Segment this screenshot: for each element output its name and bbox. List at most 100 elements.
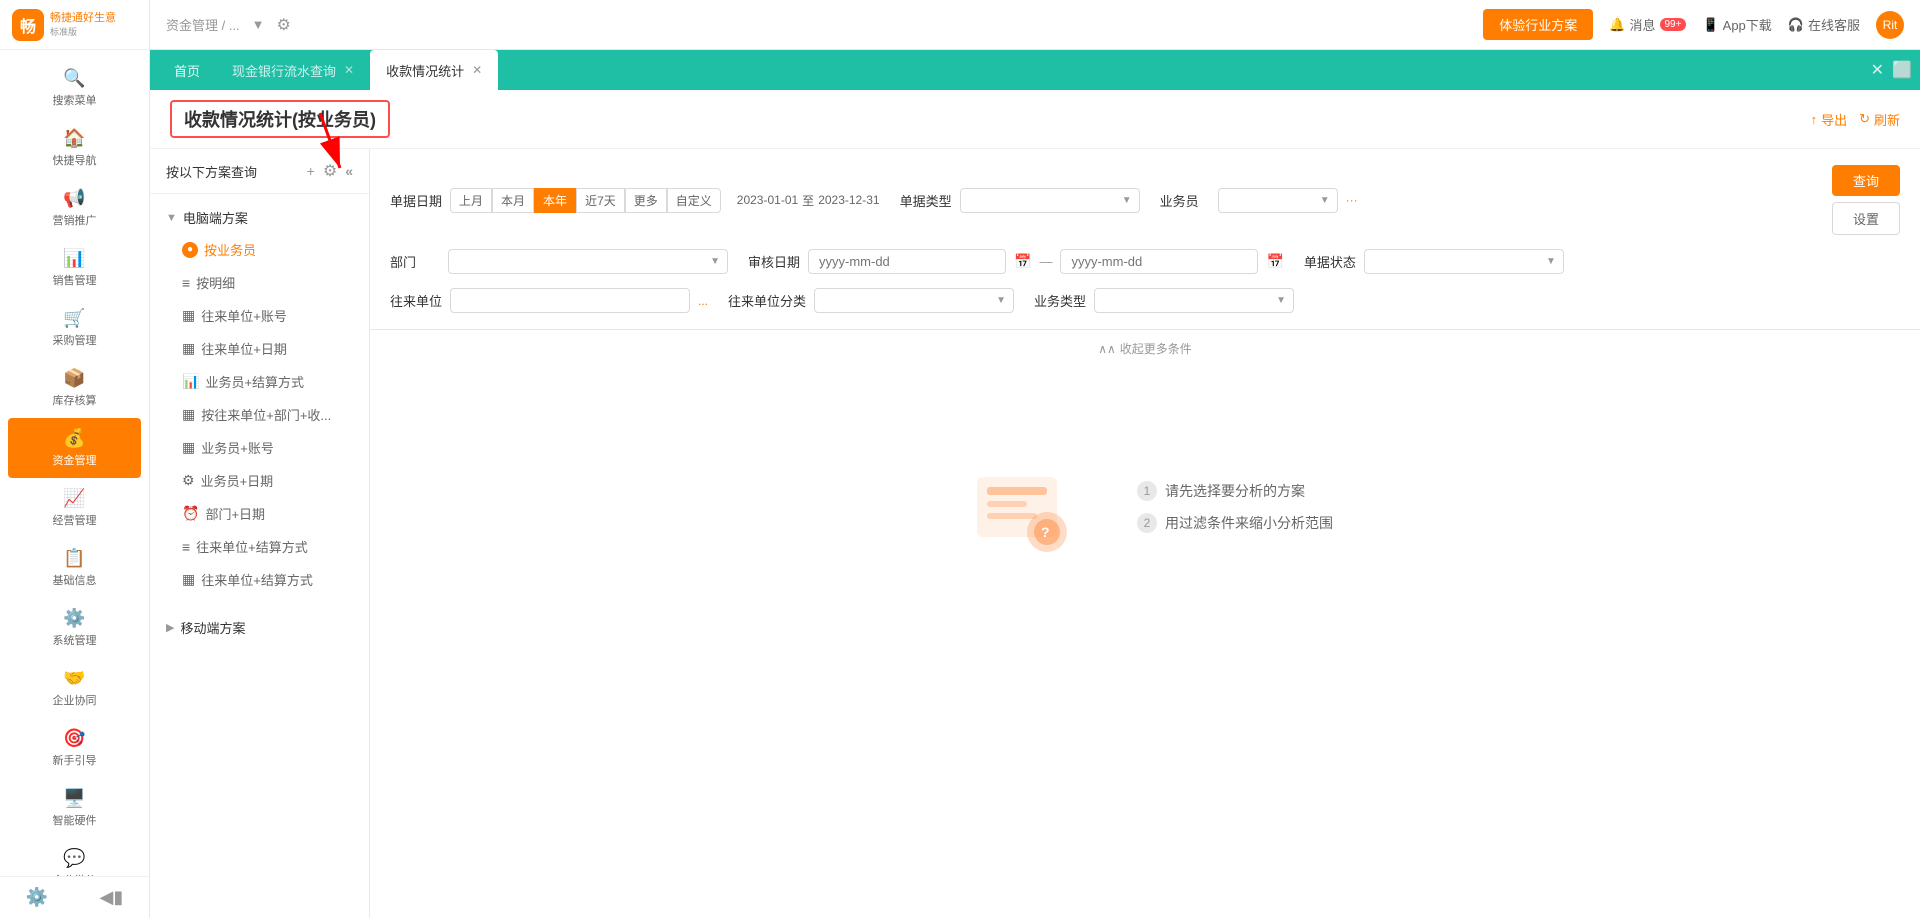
page-title: 收款情况统计(按业务员) [184,110,376,130]
sidebar-item-sales[interactable]: 📊 销售管理 [0,238,149,298]
date-btn-this-month[interactable]: 本月 [492,188,534,213]
refresh-btn[interactable]: ↻ 刷新 [1859,110,1900,129]
salesperson-more-btn[interactable]: ··· [1346,193,1358,207]
sidebar-item-wechat[interactable]: 💬 企业微信 [0,838,149,876]
tab-collection-stat-close[interactable]: ✕ [472,63,482,77]
breadcrumb-dropdown-icon[interactable]: ▼ [252,17,265,32]
calendar-icon-from[interactable]: 📅 [1014,253,1031,270]
right-panel: 单据日期 上月 本月 本年 近7天 更多 自定义 [370,149,1920,918]
scheme-item-by-salesperson-date[interactable]: ⚙ 业务员+日期 [150,464,369,497]
scheme-group-pc-title[interactable]: ▼ 电脑端方案 [150,202,369,233]
online-service-btn[interactable]: 🎧 在线客服 [1788,15,1860,34]
trial-btn[interactable]: 体验行业方案 [1483,9,1593,40]
sidebar-item-enterprise[interactable]: 🤝 企业协同 [0,658,149,718]
sidebar-item-search-menu[interactable]: 🔍 搜索菜单 [0,58,149,118]
date-btn-last-month[interactable]: 上月 [450,188,492,213]
tab-bank-flow-close[interactable]: ✕ [344,63,354,77]
partner-label: 往来单位 [390,291,442,310]
page-title-box: 收款情况统计(按业务员) [170,100,390,138]
sidebar-item-label: 营销推广 [53,212,97,228]
tab-bank-flow[interactable]: 现金银行流水查询 ✕ [216,50,370,90]
top-bar-left: 资金管理 / ... ▼ ⚙ [166,15,291,35]
doc-status-select[interactable] [1364,249,1564,274]
partner-category-select[interactable] [814,288,1014,313]
sidebar-item-smart-hw[interactable]: 🖥️ 智能硬件 [0,778,149,838]
basic-info-icon: 📋 [63,548,85,569]
scheme-item-by-unit-dept[interactable]: ▦ 按往来单位+部门+收... [150,398,369,431]
scheme-collapse-btn[interactable]: « [345,163,353,179]
date-btn-this-year[interactable]: 本年 [534,188,576,213]
download-icon: 📱 [1702,17,1718,33]
sales-icon: 📊 [63,248,85,269]
svg-text:?: ? [1041,524,1050,540]
scheme-item-by-unit-date[interactable]: ▦ 往来单位+日期 [150,332,369,365]
home-icon: 🏠 [63,128,85,149]
sidebar-item-label: 企业协同 [53,692,97,708]
scheme-settings-btn[interactable]: ⚙ [323,161,337,181]
sidebar-item-inventory[interactable]: 📦 库存核算 [0,358,149,418]
mobile-group-arrow: ▶ [166,621,174,634]
collapse-bar[interactable]: ∧∧ 收起更多条件 [370,330,1920,367]
scheme-icon-unit-settle2: ▦ [182,571,195,588]
pc-group-label: 电脑端方案 [183,208,248,227]
approval-date-from-input[interactable] [808,249,1006,274]
scheme-item-by-salesperson-account[interactable]: ▦ 业务员+账号 [150,431,369,464]
scheme-item-by-unit-settle2[interactable]: ▦ 往来单位+结算方式 [150,563,369,596]
scheme-item-by-unit-settle1[interactable]: ≡ 往来单位+结算方式 [150,530,369,563]
sidebar-item-marketing[interactable]: 📢 营销推广 [0,178,149,238]
sidebar-item-system[interactable]: ⚙️ 系统管理 [0,598,149,658]
doc-type-select[interactable] [960,188,1140,213]
partner-input[interactable] [450,288,690,313]
sidebar-item-quick-nav[interactable]: 🏠 快捷导航 [0,118,149,178]
sidebar-item-guide[interactable]: 🎯 新手引导 [0,718,149,778]
scheme-group-mobile-title[interactable]: ▶ 移动端方案 [150,612,369,643]
scheme-item-by-salesperson[interactable]: ● 按业务员 [150,233,369,266]
scheme-item-by-dept-date[interactable]: ⏰ 部门+日期 [150,497,369,530]
scheme-item-by-unit-account[interactable]: ▦ 往来单位+账号 [150,299,369,332]
pc-group-arrow: ▼ [166,212,177,224]
notifications-btn[interactable]: 🔔 消息 99+ [1609,15,1686,34]
tab-bar-right: ✕ ⬜ [1871,60,1920,80]
dept-select[interactable] [448,249,728,274]
mobile-group-label: 移动端方案 [180,618,245,637]
sidebar-settings-btn[interactable]: ⚙️ [26,887,48,908]
content-area: 按以下方案查询 + ⚙ « ▼ 电脑端方案 [150,149,1920,918]
partner-category-label: 往来单位分类 [728,291,806,310]
user-avatar[interactable]: Rit [1876,11,1904,39]
sidebar-collapse-btn[interactable]: ◀▮ [100,887,124,908]
biz-type-select[interactable] [1094,288,1294,313]
empty-state: ? 1 请先选择要分析的方案 2 用过滤条件来缩小分析范围 [370,367,1920,918]
sidebar-item-finance[interactable]: 💰 资金管理 [8,418,141,478]
empty-illustration: ? [957,447,1077,567]
scheme-item-by-salesperson-settle[interactable]: 📊 业务员+结算方式 [150,365,369,398]
scheme-item-label: 往来单位+结算方式 [201,570,313,589]
scheme-item-by-detail[interactable]: ≡ 按明细 [150,266,369,299]
sidebar-item-basic-info[interactable]: 📋 基础信息 [0,538,149,598]
app-download-btn[interactable]: 📱 App下载 [1702,15,1771,34]
enterprise-icon: 🤝 [63,668,85,689]
date-btn-custom[interactable]: 自定义 [667,188,721,213]
sidebar-item-operations[interactable]: 📈 经营管理 [0,478,149,538]
tab-close-all-btn[interactable]: ✕ [1871,60,1884,80]
scheme-add-btn[interactable]: + [307,163,315,179]
tab-collection-stat[interactable]: 收款情况统计 ✕ [370,50,498,90]
export-btn[interactable]: ↑ 导出 [1811,110,1848,129]
partner-more-btn[interactable]: ... [698,294,708,308]
date-btn-more[interactable]: 更多 [625,188,667,213]
tab-home[interactable]: 首页 [158,50,216,90]
approval-date-to-input[interactable] [1060,249,1258,274]
calendar-icon-to[interactable]: 📅 [1266,253,1283,270]
query-btn[interactable]: 查询 [1832,165,1900,196]
guide-icon: 🎯 [63,728,85,749]
salesperson-label: 业务员 [1160,191,1210,210]
settings-btn[interactable]: 设置 [1832,202,1900,235]
tab-maximize-btn[interactable]: ⬜ [1892,60,1912,80]
date-btn-last-7days[interactable]: 近7天 [576,188,625,213]
approval-date-label: 审核日期 [748,252,800,271]
salesperson-select[interactable] [1218,188,1338,213]
date-filter-item: 单据日期 上月 本月 本年 近7天 更多 自定义 [390,188,880,213]
biz-type-label: 业务类型 [1034,291,1086,310]
settings-icon[interactable]: ⚙ [277,15,291,35]
app-download-label: App下载 [1723,15,1772,34]
sidebar-item-purchase[interactable]: 🛒 采购管理 [0,298,149,358]
